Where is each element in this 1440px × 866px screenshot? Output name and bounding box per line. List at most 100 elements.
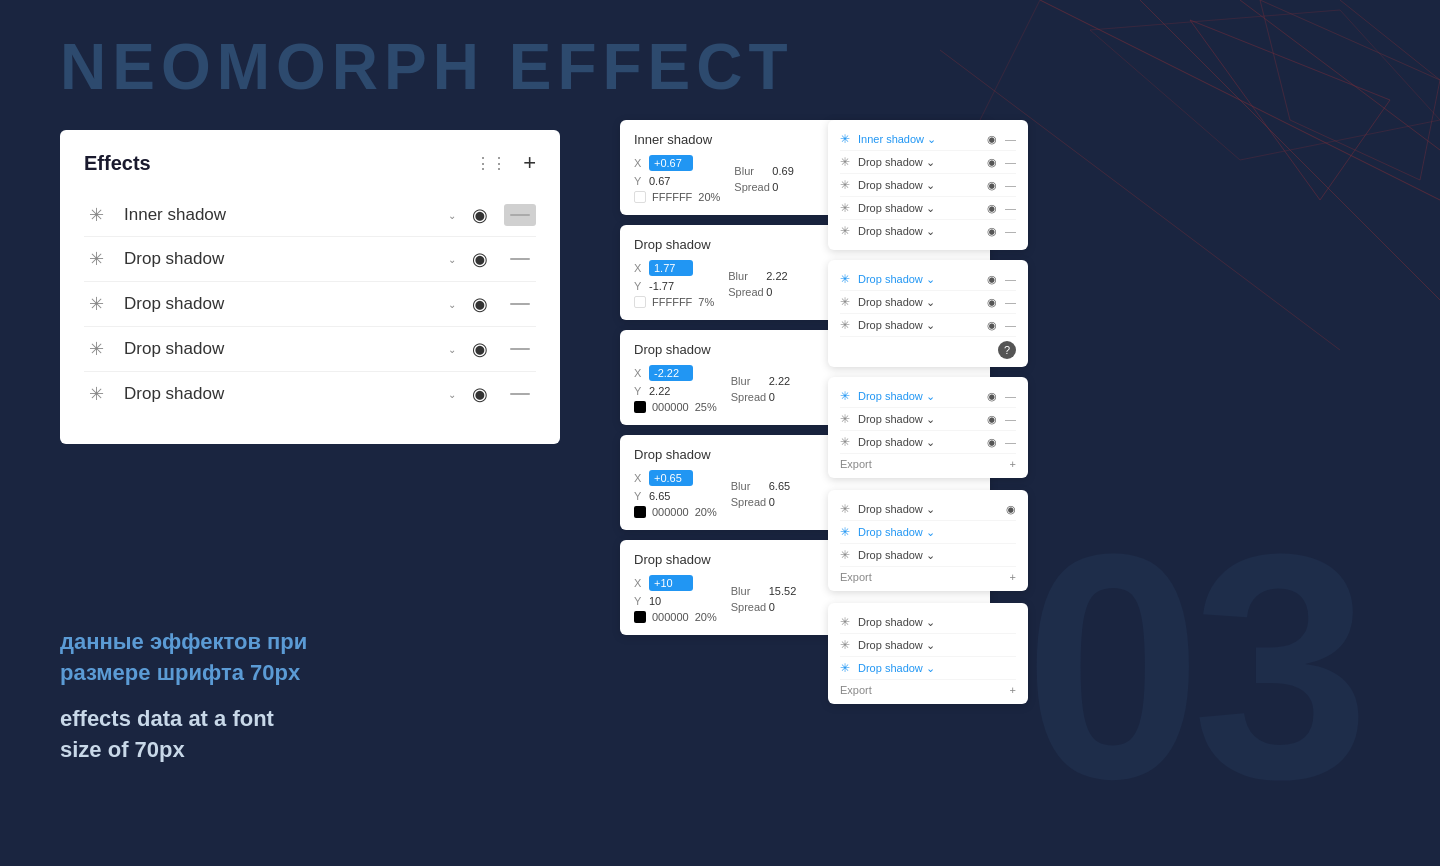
color-swatch-3[interactable] — [634, 506, 646, 518]
x-input-3[interactable]: +0.65 — [649, 470, 693, 486]
minus-bar-3 — [510, 348, 530, 350]
rp-eye-3-0[interactable]: ◉ — [1006, 503, 1016, 516]
color-hex-label-0: FFFFFF — [652, 191, 692, 203]
blur-spread-2: Blur 2.22 Spread 0 — [731, 375, 790, 403]
rp-eye-2-2[interactable]: ◉ — [987, 436, 997, 449]
eye-icon-1[interactable]: ◉ — [472, 248, 488, 270]
eye-icon-3[interactable]: ◉ — [472, 338, 488, 360]
rp-sun-3-0: ✳ — [840, 502, 850, 516]
rp-eye-0-1[interactable]: ◉ — [987, 156, 997, 169]
spread-val-1: 0 — [766, 286, 772, 298]
right-panel-row-2-1: ✳ Drop shadow ⌄ ◉ — — [840, 408, 1016, 431]
export-row-2: Export + — [840, 454, 1016, 470]
eye-icon-2[interactable]: ◉ — [472, 293, 488, 315]
color-swatch-2[interactable] — [634, 401, 646, 413]
effect-row-drop-shadow-4: ✳ Drop shadow ⌄ ◉ — [84, 372, 536, 416]
rp-minus-2-2[interactable]: — — [1005, 436, 1016, 448]
sun-icon-4: ✳ — [84, 383, 108, 405]
x-row-4: X +10 — [634, 575, 717, 591]
help-badge-1[interactable]: ? — [998, 341, 1016, 359]
drag-icon[interactable]: ⋮⋮ — [475, 154, 507, 173]
right-panel-4: ✳ Drop shadow ⌄ ✳ Drop shadow ⌄ ✳ Drop s… — [828, 603, 1028, 704]
y-input-0[interactable]: 0.67 — [649, 175, 670, 187]
eye-icon-0[interactable]: ◉ — [472, 204, 488, 226]
xy-group-4: X +10 Y 10 000000 20% — [634, 575, 717, 623]
rp-minus-2-1[interactable]: — — [1005, 413, 1016, 425]
add-effect-button[interactable]: + — [523, 150, 536, 176]
spread-val-3: 0 — [769, 496, 775, 508]
xy-group-2: X -2.22 Y 2.22 000000 25% — [634, 365, 717, 413]
rp-minus-1-2[interactable]: — — [1005, 319, 1016, 331]
color-swatch-0[interactable] — [634, 191, 646, 203]
rp-minus-1-0[interactable]: — — [1005, 273, 1016, 285]
rp-eye-1-0[interactable]: ◉ — [987, 273, 997, 286]
x-input-1[interactable]: 1.77 — [649, 260, 693, 276]
rp-sun-0-2: ✳ — [840, 178, 850, 192]
y-row-3: Y 6.65 — [634, 490, 717, 502]
svg-marker-7 — [1260, 0, 1440, 180]
rp-minus-0-4[interactable]: — — [1005, 225, 1016, 237]
sun-icon-0: ✳ — [84, 204, 108, 226]
minus-button-4[interactable] — [504, 382, 536, 406]
rp-eye-0-3[interactable]: ◉ — [987, 202, 997, 215]
xy-group-3: X +0.65 Y 6.65 000000 20% — [634, 470, 717, 518]
rp-minus-2-0[interactable]: — — [1005, 390, 1016, 402]
rp-label-3-0: Drop shadow ⌄ — [858, 503, 998, 516]
rp-label-2-1: Drop shadow ⌄ — [858, 413, 979, 426]
color-hex-label-1: FFFFFF — [652, 296, 692, 308]
y-label-1: Y — [634, 280, 644, 292]
color-row-2: 000000 25% — [634, 401, 717, 413]
rp-eye-2-0[interactable]: ◉ — [987, 390, 997, 403]
rp-eye-0-4[interactable]: ◉ — [987, 225, 997, 238]
rp-minus-0-1[interactable]: — — [1005, 156, 1016, 168]
minus-button-2[interactable] — [504, 292, 536, 316]
xy-group-0: X +0.67 Y 0.67 FFFFFF 20% — [634, 155, 720, 203]
rp-sun-3-2: ✳ — [840, 548, 850, 562]
blur-row-4: Blur 15.52 — [731, 585, 797, 597]
minus-button-1[interactable] — [504, 247, 536, 271]
rp-sun-2-1: ✳ — [840, 412, 850, 426]
rp-minus-0-0[interactable]: — — [1005, 133, 1016, 145]
export-add-4[interactable]: + — [1010, 684, 1016, 696]
blur-row-0: Blur 0.69 — [734, 165, 793, 177]
spread-row-1: Spread 0 — [728, 286, 787, 298]
color-opacity-3: 20% — [695, 506, 717, 518]
rp-eye-0-2[interactable]: ◉ — [987, 179, 997, 192]
y-input-3[interactable]: 6.65 — [649, 490, 670, 502]
rp-eye-1-1[interactable]: ◉ — [987, 296, 997, 309]
blur-val-1: 2.22 — [766, 270, 787, 282]
eye-icon-4[interactable]: ◉ — [472, 383, 488, 405]
rp-sun-0-0: ✳ — [840, 132, 850, 146]
blur-label-1: Blur — [728, 270, 760, 282]
export-add-3[interactable]: + — [1010, 571, 1016, 583]
x-row-1: X 1.77 — [634, 260, 714, 276]
y-input-1[interactable]: -1.77 — [649, 280, 674, 292]
effect-row-drop-shadow-2: ✳ Drop shadow ⌄ ◉ — [84, 282, 536, 327]
right-panel-row-2-2: ✳ Drop shadow ⌄ ◉ — — [840, 431, 1016, 454]
rp-eye-1-2[interactable]: ◉ — [987, 319, 997, 332]
blur-row-3: Blur 6.65 — [731, 480, 790, 492]
y-input-4[interactable]: 10 — [649, 595, 661, 607]
minus-button-0[interactable] — [504, 204, 536, 226]
panel-title-1: Drop shadow — [634, 237, 711, 252]
rp-eye-0-0[interactable]: ◉ — [987, 133, 997, 146]
x-input-4[interactable]: +10 — [649, 575, 693, 591]
rp-minus-1-1[interactable]: — — [1005, 296, 1016, 308]
export-add-2[interactable]: + — [1010, 458, 1016, 470]
color-hex-label-2: 000000 — [652, 401, 689, 413]
x-input-2[interactable]: -2.22 — [649, 365, 693, 381]
color-swatch-4[interactable] — [634, 611, 646, 623]
spread-label-2: Spread — [731, 391, 763, 403]
color-swatch-1[interactable] — [634, 296, 646, 308]
rp-minus-0-2[interactable]: — — [1005, 179, 1016, 191]
minus-button-3[interactable] — [504, 337, 536, 361]
y-input-2[interactable]: 2.22 — [649, 385, 670, 397]
minus-bar-1 — [510, 258, 530, 260]
sun-icon-3: ✳ — [84, 338, 108, 360]
rp-minus-0-3[interactable]: — — [1005, 202, 1016, 214]
effect-label-drop-shadow-2: Drop shadow — [124, 294, 432, 314]
x-input-0[interactable]: +0.67 — [649, 155, 693, 171]
rp-eye-2-1[interactable]: ◉ — [987, 413, 997, 426]
y-label-4: Y — [634, 595, 644, 607]
rp-label-0-2: Drop shadow ⌄ — [858, 179, 979, 192]
